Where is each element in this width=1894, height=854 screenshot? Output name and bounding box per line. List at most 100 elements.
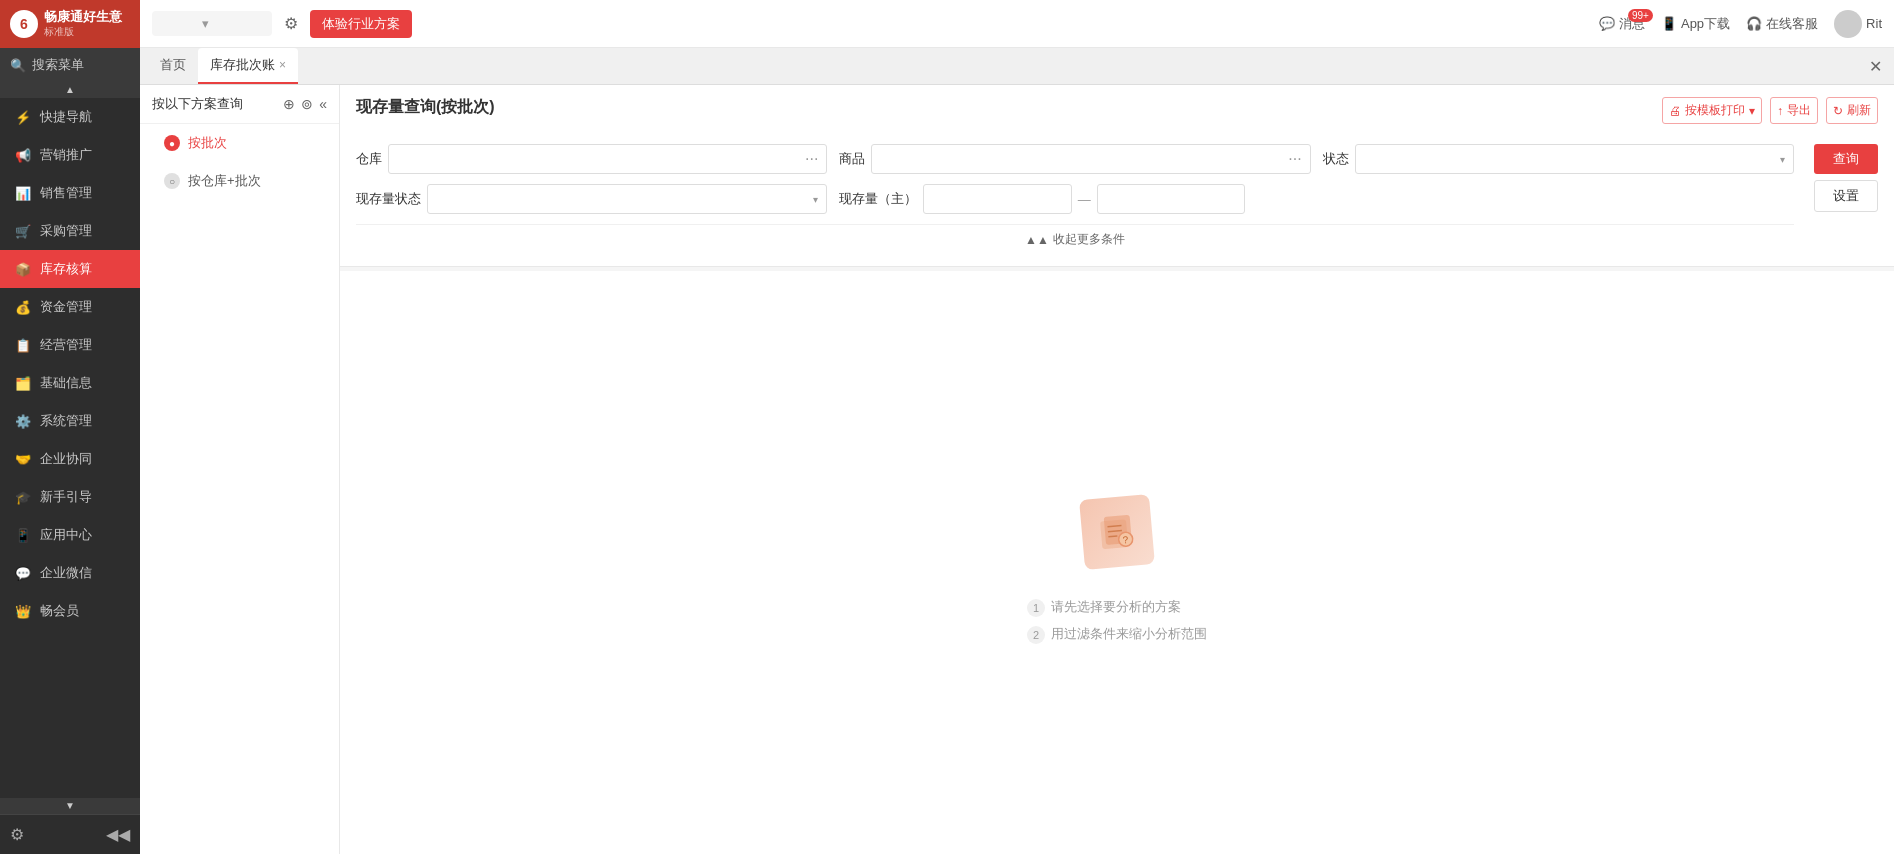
filter-collapse-icon[interactable]: « xyxy=(319,96,327,112)
topbar-search[interactable]: ▾ xyxy=(152,11,272,36)
empty-icon-box: ? xyxy=(1079,494,1155,570)
online-service-action[interactable]: 🎧 在线客服 xyxy=(1746,15,1818,33)
page-title: 现存量查询(按批次) xyxy=(356,97,495,118)
sidebar-item-label: 快捷导航 xyxy=(40,108,92,126)
sidebar-header: 6 畅康通好生意 标准版 xyxy=(0,0,140,48)
sidebar-item-app-center[interactable]: 📱 应用中心 xyxy=(0,516,140,554)
main-area: ▾ ⚙ 体验行业方案 💬 消息 99+ 📱 App下载 🎧 在线客服 Rit xyxy=(140,0,1894,854)
status-select[interactable]: ▾ xyxy=(1355,144,1794,174)
enterprise-icon: 🤝 xyxy=(14,450,32,468)
app-title: 畅康通好生意 xyxy=(44,9,122,25)
user-action[interactable]: Rit xyxy=(1834,10,1882,38)
newbie-icon: 🎓 xyxy=(14,488,32,506)
online-service-label: 在线客服 xyxy=(1766,15,1818,33)
sidebar-item-label: 销售管理 xyxy=(40,184,92,202)
sidebar-item-operations[interactable]: 📋 经营管理 xyxy=(0,326,140,364)
refresh-icon: ↻ xyxy=(1833,104,1843,118)
sidebar-search[interactable]: 🔍 搜索菜单 xyxy=(0,48,140,82)
product-field: 商品 ··· xyxy=(839,144,1310,174)
refresh-button[interactable]: ↻ 刷新 xyxy=(1826,97,1878,124)
sidebar-item-sales[interactable]: 📊 销售管理 xyxy=(0,174,140,212)
sidebar-footer: ⚙ ◀◀ xyxy=(0,814,140,854)
sidebar-item-basic[interactable]: 🗂️ 基础信息 xyxy=(0,364,140,402)
tab-inventory-batch[interactable]: 库存批次账 × xyxy=(198,48,298,84)
inventory-status-select[interactable]: ▾ xyxy=(427,184,827,214)
sidebar-item-system[interactable]: ⚙️ 系统管理 xyxy=(0,402,140,440)
sidebar-scroll-up[interactable]: ▲ xyxy=(0,82,140,98)
topbar-dropdown-icon[interactable]: ▾ xyxy=(202,16,209,31)
marketing-icon: 📢 xyxy=(14,146,32,164)
sidebar-item-newbie[interactable]: 🎓 新手引导 xyxy=(0,478,140,516)
sidebar-item-finance[interactable]: 💰 资金管理 xyxy=(0,288,140,326)
sidebar-nav: ⚡ 快捷导航 📢 营销推广 📊 销售管理 🛒 采购管理 📦 库存核算 💰 资金管… xyxy=(0,98,140,798)
tip-text-1: 请先选择要分析的方案 xyxy=(1051,598,1181,616)
product-dots: ··· xyxy=(1288,150,1301,168)
experience-button[interactable]: 体验行业方案 xyxy=(310,10,412,38)
messages-action[interactable]: 💬 消息 99+ xyxy=(1599,15,1645,33)
sidebar-item-inventory[interactable]: 📦 库存核算 xyxy=(0,250,140,288)
query-actions: 查询 设置 xyxy=(1814,144,1878,254)
print-template-button[interactable]: 🖨 按模板打印 ▾ xyxy=(1662,97,1762,124)
top-right-actions: 🖨 按模板打印 ▾ ↑ 导出 ↻ 刷新 xyxy=(1662,97,1878,124)
filter-settings-icon[interactable]: ⊚ xyxy=(301,96,313,112)
tabbar: 首页 库存批次账 × ✕ xyxy=(140,48,1894,85)
collapse-sidebar-icon[interactable]: ◀◀ xyxy=(106,825,130,844)
query-row-2: 现存量状态 ▾ 现存量（主） — xyxy=(356,184,1794,214)
warehouse-input[interactable]: ··· xyxy=(388,144,827,174)
filter-by-warehouse-batch-label: 按仓库+批次 xyxy=(188,172,261,190)
sidebar-item-wechat[interactable]: 💬 企业微信 xyxy=(0,554,140,592)
qty-dash: — xyxy=(1078,192,1091,207)
collapse-up-icon: ▲▲ xyxy=(1025,233,1049,247)
export-button[interactable]: ↑ 导出 xyxy=(1770,97,1818,124)
sidebar-item-member[interactable]: 👑 畅会员 xyxy=(0,592,140,630)
sidebar-item-purchase[interactable]: 🛒 采购管理 xyxy=(0,212,140,250)
sidebar-item-label: 畅会员 xyxy=(40,602,79,620)
filter-item-by-batch[interactable]: ● 按批次 xyxy=(140,124,339,162)
phone-icon: 📱 xyxy=(1661,16,1677,31)
tab-panel-close-icon[interactable]: ✕ xyxy=(1865,57,1886,76)
member-icon: 👑 xyxy=(14,602,32,620)
inventory-status-field: 现存量状态 ▾ xyxy=(356,184,827,214)
tab-home[interactable]: 首页 xyxy=(148,48,198,84)
warehouse-dots: ··· xyxy=(805,150,818,168)
print-template-label: 按模板打印 xyxy=(1685,102,1745,119)
topbar-gear-icon[interactable]: ⚙ xyxy=(284,14,298,33)
filter-add-icon[interactable]: ⊕ xyxy=(283,96,295,112)
message-icon: 💬 xyxy=(1599,16,1615,31)
print-dropdown-icon[interactable]: ▾ xyxy=(1749,104,1755,118)
collapse-button[interactable]: ▲▲ 收起更多条件 xyxy=(356,224,1794,254)
tab-close-icon[interactable]: × xyxy=(279,58,286,72)
empty-state: ? 1 请先选择要分析的方案 2 用过滤条件来缩小分析范围 xyxy=(340,271,1894,854)
warehouse-batch-indicator: ○ xyxy=(164,173,180,189)
app-center-icon: 📱 xyxy=(14,526,32,544)
refresh-label: 刷新 xyxy=(1847,102,1871,119)
operations-icon: 📋 xyxy=(14,336,32,354)
filter-item-by-warehouse-batch[interactable]: ○ 按仓库+批次 xyxy=(140,162,339,200)
inventory-qty-field: 现存量（主） — xyxy=(839,184,1310,214)
basic-icon: 🗂️ xyxy=(14,374,32,392)
inventory-qty-to[interactable] xyxy=(1097,184,1246,214)
user-avatar xyxy=(1834,10,1862,38)
sidebar-item-quick-nav[interactable]: ⚡ 快捷导航 xyxy=(0,98,140,136)
product-label: 商品 xyxy=(839,150,865,168)
filter-header: 按以下方案查询 ⊕ ⊚ « xyxy=(140,85,339,124)
sidebar-item-label: 经营管理 xyxy=(40,336,92,354)
sidebar-scroll-down[interactable]: ▼ xyxy=(0,798,140,814)
sidebar-item-label: 系统管理 xyxy=(40,412,92,430)
inv-status-chevron-icon: ▾ xyxy=(813,194,818,205)
filter-header-label: 按以下方案查询 xyxy=(152,95,243,113)
export-label: 导出 xyxy=(1787,102,1811,119)
settings-footer-icon[interactable]: ⚙ xyxy=(10,825,24,844)
sidebar-item-label: 采购管理 xyxy=(40,222,92,240)
empty-tip-2: 2 用过滤条件来缩小分析范围 xyxy=(1027,625,1207,644)
inventory-icon: 📦 xyxy=(14,260,32,278)
set-button[interactable]: 设置 xyxy=(1814,180,1878,212)
product-input[interactable]: ··· xyxy=(871,144,1310,174)
empty-tips: 1 请先选择要分析的方案 2 用过滤条件来缩小分析范围 xyxy=(1027,598,1207,644)
inventory-qty-from[interactable] xyxy=(923,184,1072,214)
query-button[interactable]: 查询 xyxy=(1814,144,1878,174)
sidebar-item-marketing[interactable]: 📢 营销推广 xyxy=(0,136,140,174)
sidebar-item-enterprise[interactable]: 🤝 企业协同 xyxy=(0,440,140,478)
inventory-status-label: 现存量状态 xyxy=(356,190,421,208)
app-download-action[interactable]: 📱 App下载 xyxy=(1661,15,1730,33)
